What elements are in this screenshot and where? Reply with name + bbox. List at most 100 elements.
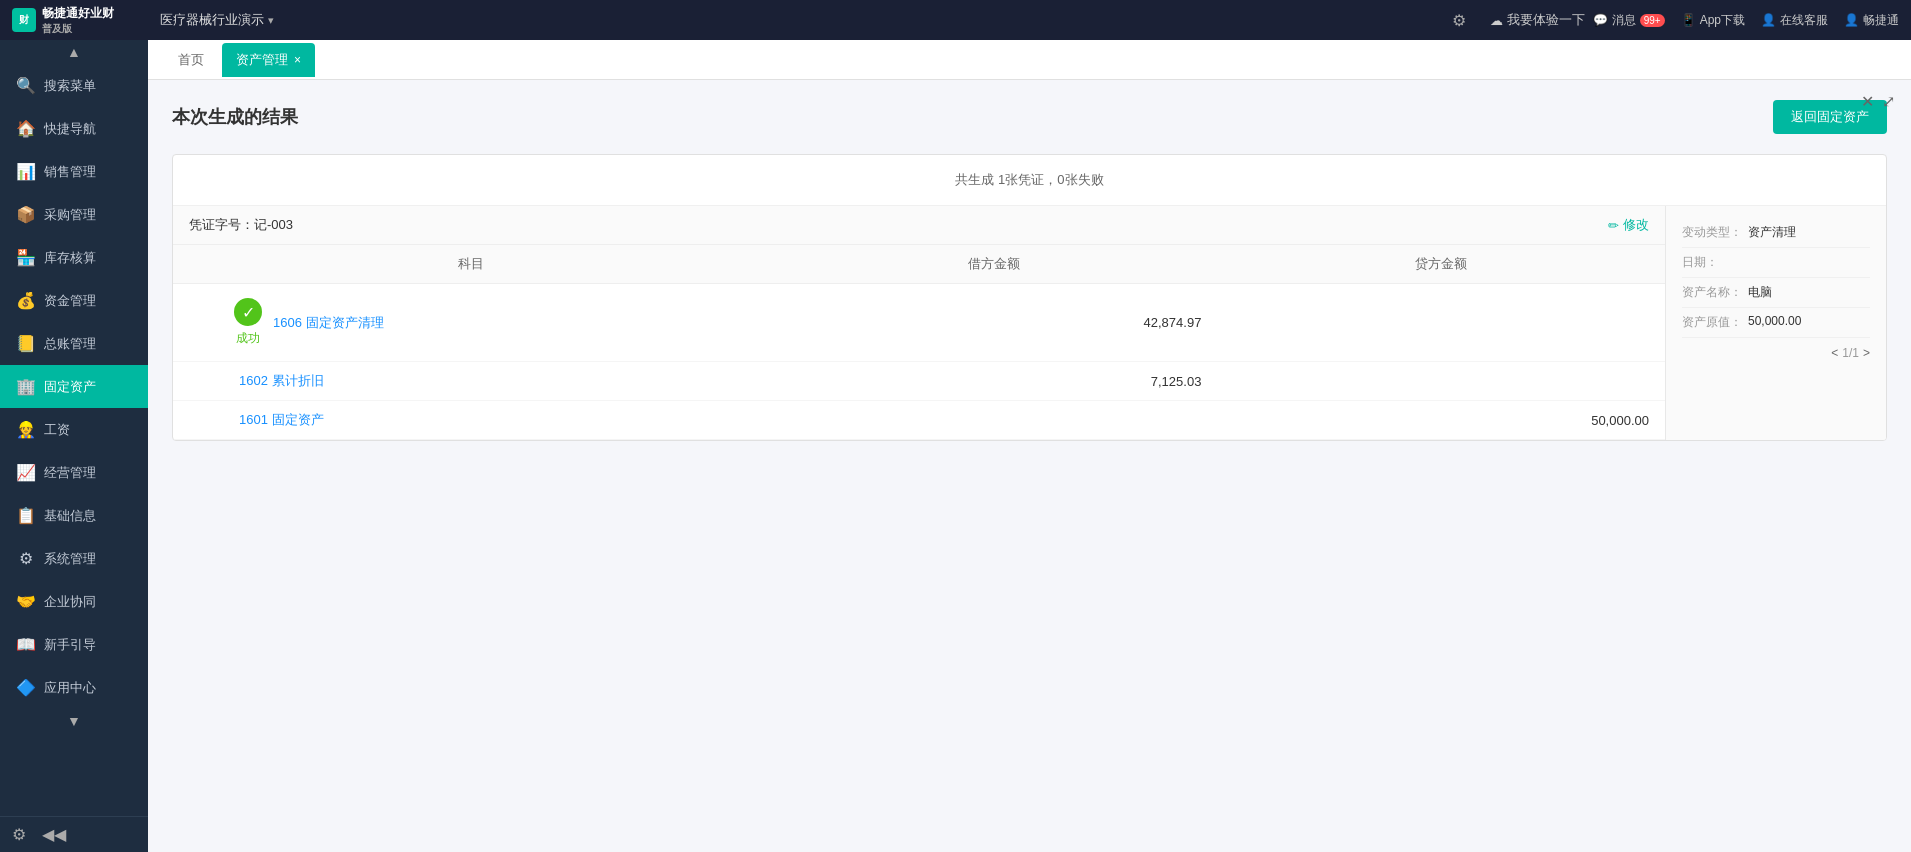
edit-label: 修改 [1623, 216, 1649, 234]
sidebar-label-sales: 销售管理 [44, 163, 96, 181]
asset-value-label: 资产原值： [1682, 314, 1742, 331]
basicinfo-icon: 📋 [16, 506, 36, 525]
app-download-button[interactable]: 📱 App下载 [1681, 12, 1745, 29]
change-type-label: 变动类型： [1682, 224, 1742, 241]
row3-subject: 1601 固定资产 [173, 401, 770, 440]
col-subject: 科目 [173, 245, 770, 284]
sidebar-label-collab: 企业协同 [44, 593, 96, 611]
prev-page-button[interactable]: < [1831, 346, 1838, 360]
message-icon: 💬 [1593, 13, 1608, 27]
sidebar-scroll-down[interactable]: ▼ [0, 709, 148, 733]
row1-credit [1217, 284, 1665, 362]
col-credit: 贷方金额 [1217, 245, 1665, 284]
sidebar-item-basic-info[interactable]: 📋 基础信息 [0, 494, 148, 537]
row2-debit: 7,125.03 [770, 362, 1218, 401]
logo-icon: 财 [12, 8, 36, 32]
expand-panel-button[interactable]: ⤢ [1882, 92, 1895, 111]
tab-bar: 首页 资产管理 × [148, 40, 1911, 80]
row2-credit [1217, 362, 1665, 401]
tab-asset-management-label: 资产管理 [236, 51, 288, 69]
sidebar-label-quicknav: 快捷导航 [44, 120, 96, 138]
next-page-button[interactable]: > [1863, 346, 1870, 360]
info-asset-name: 资产名称： 电脑 [1682, 278, 1870, 308]
tab-home-label: 首页 [178, 51, 204, 69]
collab-icon: 🤝 [16, 592, 36, 611]
sidebar-item-guide[interactable]: 📖 新手引导 [0, 623, 148, 666]
success-check-icon: ✓ [234, 298, 262, 326]
tab-asset-management[interactable]: 资产管理 × [222, 43, 315, 77]
voucher-header: 凭证字号：记-003 ✏ 修改 [173, 206, 1665, 245]
appcenter-icon: 🔷 [16, 678, 36, 697]
tab-close-icon[interactable]: × [294, 53, 301, 67]
tab-home[interactable]: 首页 [164, 43, 218, 77]
sidebar-item-operations[interactable]: 📈 经营管理 [0, 451, 148, 494]
sidebar-label-system: 系统管理 [44, 550, 96, 568]
online-support-button[interactable]: 👤 在线客服 [1761, 12, 1828, 29]
operations-icon: 📈 [16, 463, 36, 482]
messages-badge: 99+ [1640, 14, 1665, 27]
sidebar-item-quicknav[interactable]: 🏠 快捷导航 [0, 107, 148, 150]
fixed-assets-icon: 🏢 [16, 377, 36, 396]
guide-icon: 📖 [16, 635, 36, 654]
main-layout: ▲ 🔍 搜索菜单 🏠 快捷导航 📊 销售管理 📦 采购管理 🏪 库存核算 💰 资… [0, 40, 1911, 852]
trial-button[interactable]: ☁ 我要体验一下 [1490, 11, 1585, 29]
row1-debit: 42,874.97 [770, 284, 1218, 362]
home-icon: 🏠 [16, 119, 36, 138]
panel-controls: ✕ ⤢ [1861, 92, 1895, 111]
sidebar-item-search[interactable]: 🔍 搜索菜单 [0, 64, 148, 107]
sales-icon: 📊 [16, 162, 36, 181]
sidebar-item-finance[interactable]: 💰 资金管理 [0, 279, 148, 322]
sidebar-label-search: 搜索菜单 [44, 77, 96, 95]
page-header: 本次生成的结果 返回固定资产 [172, 100, 1887, 134]
sidebar-item-fixed-assets[interactable]: 🏢 固定资产 [0, 365, 148, 408]
sidebar-item-purchase[interactable]: 📦 采购管理 [0, 193, 148, 236]
subject-text-1: 1606 固定资产清理 [273, 314, 384, 332]
sidebar-scroll-up[interactable]: ▲ [0, 40, 148, 64]
sidebar-item-sales[interactable]: 📊 销售管理 [0, 150, 148, 193]
user-button[interactable]: 👤 畅捷通 [1844, 12, 1899, 29]
messages-label: 消息 [1612, 12, 1636, 29]
sidebar-item-appcenter[interactable]: 🔷 应用中心 [0, 666, 148, 709]
finance-icon: 💰 [16, 291, 36, 310]
ledger-icon: 📒 [16, 334, 36, 353]
header-settings-icon[interactable]: ⚙ [1452, 11, 1466, 30]
info-date: 日期： [1682, 248, 1870, 278]
result-summary: 共生成 1张凭证，0张失败 [173, 155, 1886, 206]
table-row: ✓ 成功 1606 固定资产清理 42,874.97 [173, 284, 1665, 362]
messages-button[interactable]: 💬 消息 99+ [1593, 12, 1665, 29]
date-label: 日期： [1682, 254, 1736, 271]
sidebar-item-collab[interactable]: 🤝 企业协同 [0, 580, 148, 623]
asset-name-label: 资产名称： [1682, 284, 1742, 301]
status-text: 成功 [236, 330, 260, 347]
voucher-main: 凭证字号：记-003 ✏ 修改 科目 借方金额 [173, 206, 1666, 440]
sidebar-label-salary: 工资 [44, 421, 70, 439]
page-title: 本次生成的结果 [172, 105, 298, 129]
edit-voucher-button[interactable]: ✏ 修改 [1608, 216, 1649, 234]
chevron-down-icon: ▾ [268, 14, 274, 27]
company-selector[interactable]: 医疗器械行业演示 ▾ [160, 11, 1440, 29]
row3-debit [770, 401, 1218, 440]
col-debit: 借方金额 [770, 245, 1218, 284]
online-support-label: 在线客服 [1780, 12, 1828, 29]
sidebar-label-guide: 新手引导 [44, 636, 96, 654]
app-download-label: App下载 [1700, 12, 1745, 29]
sidebar-item-inventory[interactable]: 🏪 库存核算 [0, 236, 148, 279]
sidebar-collapse-icon[interactable]: ◀◀ [42, 825, 66, 844]
sidebar-item-system[interactable]: ⚙ 系统管理 [0, 537, 148, 580]
table-row: 1602 累计折旧 7,125.03 [173, 362, 1665, 401]
sidebar-label-basic-info: 基础信息 [44, 507, 96, 525]
row3-credit: 50,000.00 [1217, 401, 1665, 440]
row2-subject: 1602 累计折旧 [173, 362, 770, 401]
voucher-info-panel: 变动类型： 资产清理 日期： 资产名称： 电脑 资产原值： [1666, 206, 1886, 440]
sidebar-item-ledger[interactable]: 📒 总账管理 [0, 322, 148, 365]
app-subtitle: 普及版 [42, 22, 114, 36]
asset-name-value: 电脑 [1748, 284, 1772, 301]
table-header-row: 科目 借方金额 贷方金额 [173, 245, 1665, 284]
sidebar-item-salary[interactable]: 👷 工资 [0, 408, 148, 451]
close-panel-button[interactable]: ✕ [1861, 92, 1874, 111]
headset-icon: 👤 [1761, 13, 1776, 27]
sidebar-label-finance: 资金管理 [44, 292, 96, 310]
sidebar-settings-icon[interactable]: ⚙ [12, 825, 26, 844]
row1-status: ✓ 成功 [223, 294, 273, 351]
search-icon: 🔍 [16, 76, 36, 95]
